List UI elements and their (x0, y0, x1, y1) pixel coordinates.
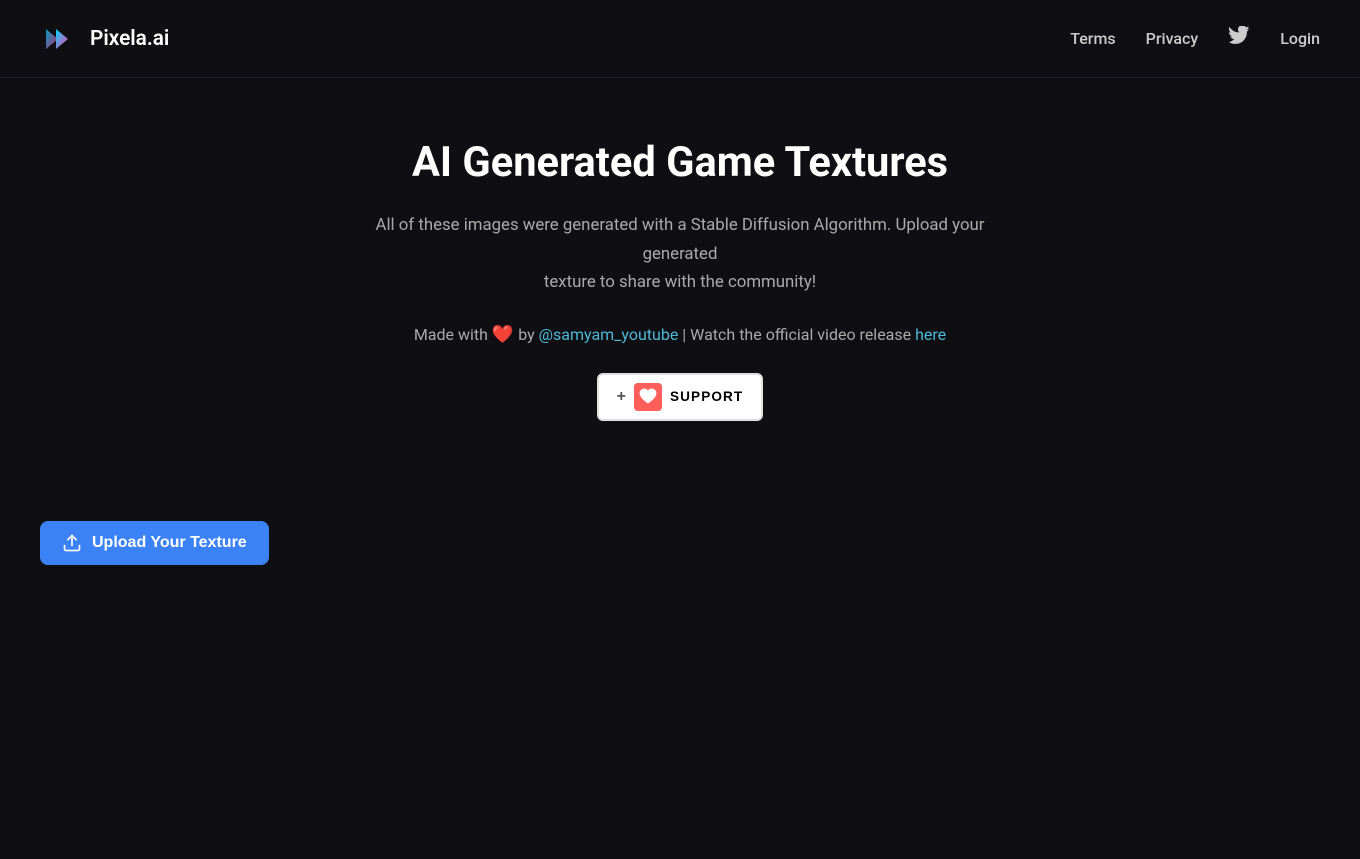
kofi-text: SUPPORT (670, 389, 743, 404)
kofi-plus-icon: + (617, 388, 626, 406)
main-content: AI Generated Game Textures All of these … (0, 78, 1360, 501)
made-with-prefix: Made with (414, 325, 488, 344)
description-line2: texture to share with the community! (544, 272, 816, 292)
upload-button-label: Upload Your Texture (92, 534, 247, 552)
twitter-icon (1228, 26, 1250, 48)
navbar: Pixela.ai Terms Privacy Login (0, 0, 1360, 78)
kofi-badge: + SUPPORT (597, 373, 764, 421)
made-with-line: Made with ❤️ by @samyam_youtube | Watch … (414, 325, 946, 345)
nav-links: Terms Privacy Login (1070, 26, 1320, 52)
watch-text: | Watch the official video release (682, 325, 911, 344)
upload-icon (62, 533, 82, 553)
logo-link[interactable]: Pixela.ai (40, 19, 169, 59)
privacy-link[interactable]: Privacy (1146, 29, 1199, 48)
kofi-heart-icon (634, 383, 662, 411)
made-with-by: by (518, 325, 534, 344)
kofi-support-button[interactable]: + SUPPORT (597, 373, 764, 421)
page-description: All of these images were generated with … (340, 211, 1020, 297)
logo-icon (40, 19, 80, 59)
login-link[interactable]: Login (1280, 29, 1320, 48)
logo-text: Pixela.ai (90, 27, 169, 51)
upload-section: Upload Your Texture (0, 521, 1360, 565)
heart-emoji: ❤️ (492, 325, 518, 345)
terms-link[interactable]: Terms (1070, 29, 1115, 48)
twitter-link[interactable] (1228, 26, 1250, 52)
upload-texture-button[interactable]: Upload Your Texture (40, 521, 269, 565)
description-line1: All of these images were generated with … (376, 215, 985, 264)
youtube-link[interactable]: @samyam_youtube (539, 325, 679, 344)
page-title: AI Generated Game Textures (412, 138, 948, 187)
here-link[interactable]: here (915, 325, 946, 344)
